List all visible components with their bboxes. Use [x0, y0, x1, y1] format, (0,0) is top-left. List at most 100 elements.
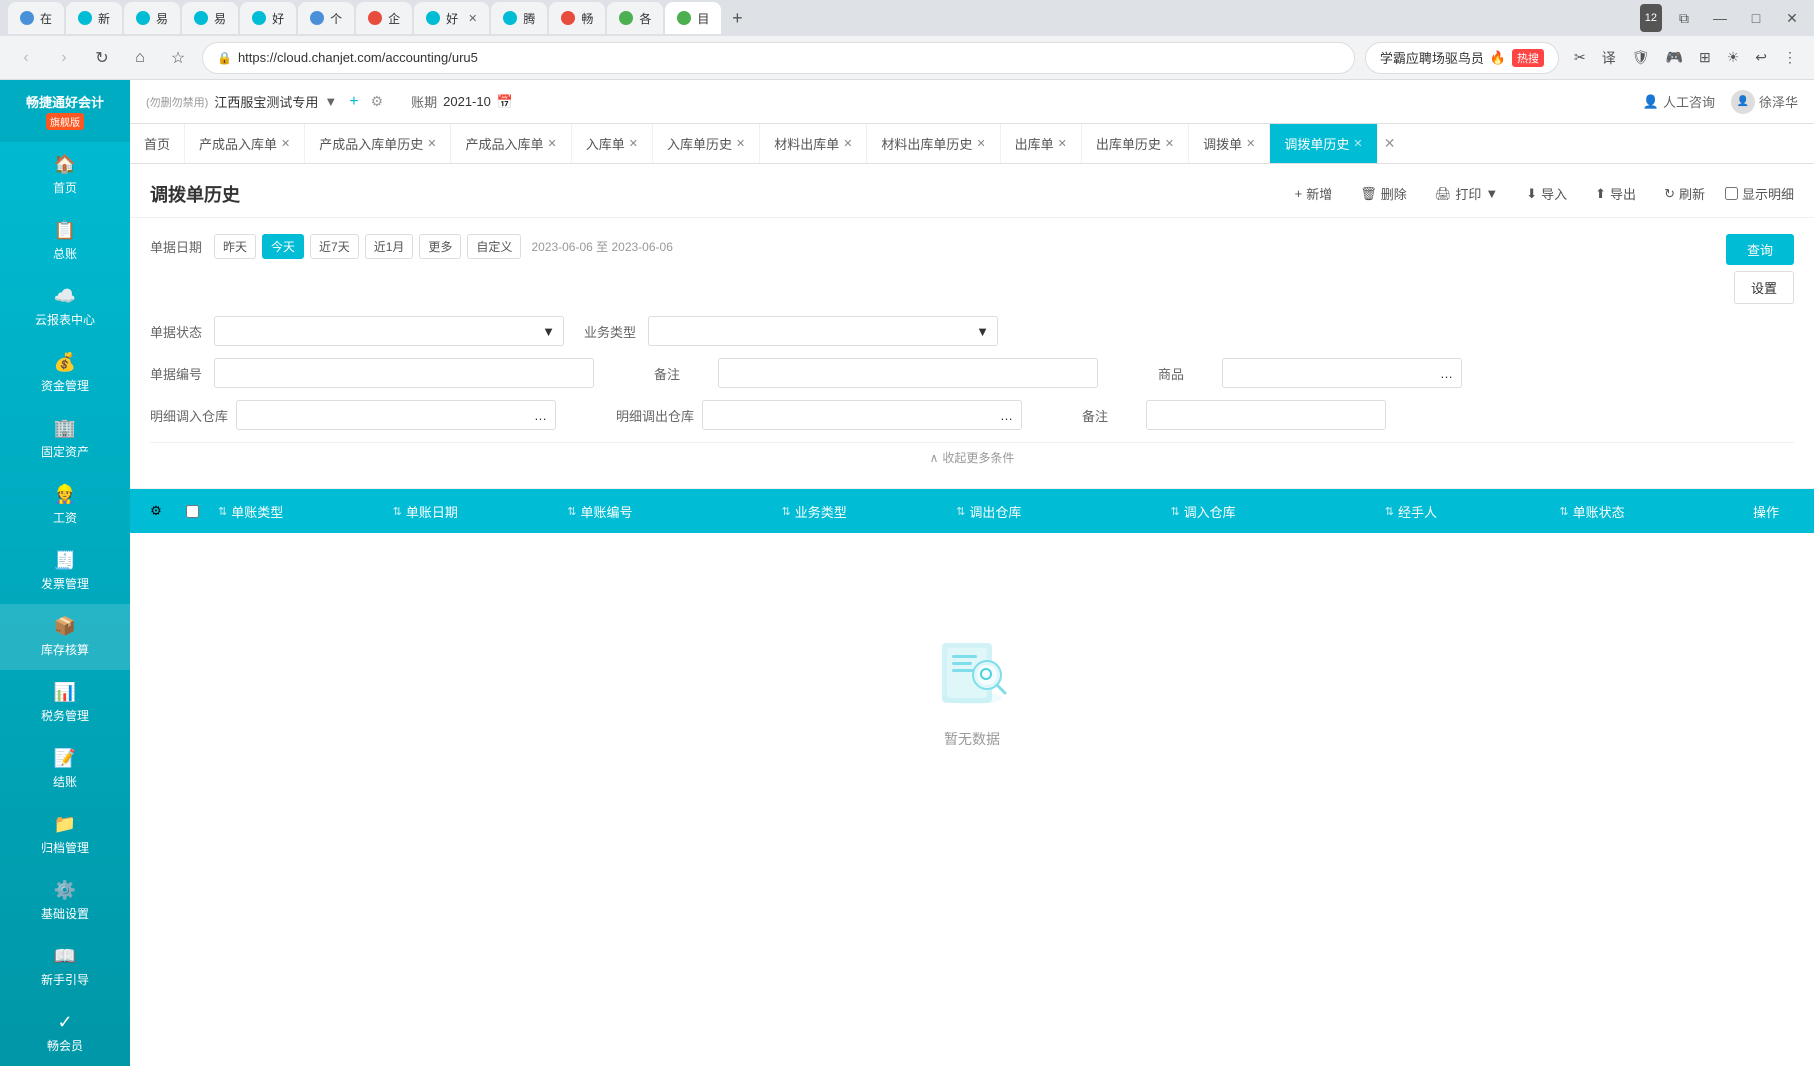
date-btn-more[interactable]: 更多	[419, 234, 461, 259]
date-btn-7days[interactable]: 近7天	[310, 234, 359, 259]
scissors-icon[interactable]: ✂	[1569, 46, 1591, 69]
nav-tab-inbound-history[interactable]: 入库单历史 ✕	[653, 124, 760, 164]
settings-gear-icon[interactable]: ⚙	[371, 93, 384, 110]
collapse-button[interactable]: ∧ 收起更多条件	[930, 449, 1015, 466]
nav-tab-transfer[interactable]: 调拨单 ✕	[1189, 124, 1270, 164]
col-header-biz[interactable]: ⇅ 业务类型	[774, 502, 949, 521]
nav-tab-outbound-history[interactable]: 出库单历史 ✕	[1082, 124, 1189, 164]
nav-tab-transfer-close[interactable]: ✕	[1246, 137, 1255, 150]
sidebar-item-cloud-report[interactable]: ☁️ 云报表中心	[0, 274, 130, 340]
nav-tab-product-in-history-close[interactable]: ✕	[427, 137, 436, 150]
col-header-handler[interactable]: ⇅ 经手人	[1377, 502, 1552, 521]
col-header-status[interactable]: ⇅ 单账状态	[1551, 502, 1726, 521]
set-button[interactable]: 设置	[1734, 271, 1794, 304]
browser-tab-5[interactable]: 好	[240, 2, 296, 34]
search-box[interactable]: 学霸应聘场驱鸟员 🔥 热搜	[1365, 42, 1559, 74]
sidebar-item-salary[interactable]: 👷 工资	[0, 472, 130, 538]
back-button[interactable]: ‹	[12, 44, 40, 72]
col-header-number[interactable]: ⇅ 单账编号	[559, 502, 773, 521]
nav-tab-inbound-close[interactable]: ✕	[629, 137, 638, 150]
nav-tab-outbound-close[interactable]: ✕	[1058, 137, 1067, 150]
display-toggle-checkbox[interactable]	[1725, 187, 1738, 200]
nav-tab-home[interactable]: 首页	[130, 124, 185, 164]
user-info[interactable]: 👤 徐泽华	[1731, 90, 1798, 114]
query-button[interactable]: 查询	[1726, 234, 1794, 265]
browser-tab-2[interactable]: 新	[66, 2, 122, 34]
detail-out-select[interactable]: …	[702, 400, 1022, 430]
table-settings-icon[interactable]: ⚙	[138, 503, 174, 519]
more-icon[interactable]: ⋮	[1778, 46, 1802, 69]
new-button[interactable]: + 新增	[1287, 180, 1341, 207]
browser-tab-12[interactable]: 目	[665, 2, 721, 34]
nav-tab-product-in[interactable]: 产成品入库单 ✕	[185, 124, 305, 164]
nav-tab-inbound-history-close[interactable]: ✕	[736, 137, 745, 150]
maximize-button[interactable]: □	[1742, 4, 1770, 32]
nav-tab-inbound[interactable]: 入库单 ✕	[572, 124, 653, 164]
sidebar-item-assets[interactable]: 🏢 固定资产	[0, 406, 130, 472]
restore-button[interactable]: ⧉	[1670, 4, 1698, 32]
forward-button[interactable]: ›	[50, 44, 78, 72]
nav-tab-product-in2-close[interactable]: ✕	[548, 137, 557, 150]
close-all-tabs-button[interactable]: ✕	[1378, 135, 1402, 152]
minimize-button[interactable]: —	[1706, 4, 1734, 32]
nav-tab-outbound-history-close[interactable]: ✕	[1165, 137, 1174, 150]
refresh-button[interactable]: ↻ 刷新	[1656, 180, 1713, 207]
bookmark-button[interactable]: ☆	[164, 44, 192, 72]
date-btn-today[interactable]: 今天	[262, 234, 304, 259]
import-button[interactable]: ⬇ 导入	[1518, 180, 1575, 207]
browser-tab-3[interactable]: 易	[124, 2, 180, 34]
col-header-in-warehouse[interactable]: ⇅ 调入仓库	[1162, 502, 1376, 521]
browser-tab-6[interactable]: 个	[298, 2, 354, 34]
new-tab-button[interactable]: +	[723, 4, 751, 32]
remark-input[interactable]	[718, 358, 1098, 388]
nav-tab-material-out-history[interactable]: 材料出库单历史 ✕	[867, 124, 1000, 164]
brightness-icon[interactable]: ☀	[1722, 46, 1745, 69]
delete-button[interactable]: 🗑 删除	[1352, 180, 1415, 207]
sidebar-logo[interactable]: 畅捷通好会计 旗舰版	[0, 80, 130, 142]
col-header-type[interactable]: ⇅ 单账类型	[210, 502, 385, 521]
col-header-out-warehouse[interactable]: ⇅ 调出仓库	[948, 502, 1162, 521]
status-select[interactable]: ▼	[214, 316, 564, 346]
close-window-button[interactable]: ✕	[1778, 4, 1806, 32]
grid-icon[interactable]: ⊞	[1694, 46, 1716, 69]
nav-tab-transfer-history-close[interactable]: ✕	[1353, 137, 1362, 150]
undo-icon[interactable]: ↩	[1750, 46, 1772, 69]
col-header-date[interactable]: ⇅ 单账日期	[385, 502, 560, 521]
biz-type-select[interactable]: ▼	[648, 316, 998, 346]
browser-tab-9[interactable]: 腾	[491, 2, 547, 34]
sidebar-item-settings[interactable]: ⚙️ 基础设置	[0, 868, 130, 934]
translate-icon[interactable]: 译	[1597, 45, 1621, 71]
nav-tab-product-in-history[interactable]: 产成品入库单历史 ✕	[305, 124, 451, 164]
browser-tab-4[interactable]: 易	[182, 2, 238, 34]
display-toggle[interactable]: 显示明细	[1725, 184, 1794, 203]
shield-icon[interactable]: 🛡	[1627, 46, 1655, 69]
browser-tab-1[interactable]: 在	[8, 2, 64, 34]
detail-in-select[interactable]: …	[236, 400, 556, 430]
browser-tab-7[interactable]: 企	[356, 2, 412, 34]
tab-close-8[interactable]: ✕	[468, 12, 477, 25]
nav-tab-material-out-history-close[interactable]: ✕	[976, 137, 985, 150]
goods-select[interactable]: …	[1222, 358, 1462, 388]
sidebar-item-ledger[interactable]: 📋 总账	[0, 208, 130, 274]
sidebar-item-invoice[interactable]: 🧾 发票管理	[0, 538, 130, 604]
customer-service-button[interactable]: 👤 人工咨询	[1643, 92, 1715, 111]
sidebar-item-member[interactable]: ✓ 畅会员	[0, 1000, 130, 1066]
nav-tab-product-in-close[interactable]: ✕	[281, 137, 290, 150]
select-all-checkbox[interactable]	[186, 505, 199, 518]
sidebar-item-home[interactable]: 🏠 首页	[0, 142, 130, 208]
reload-button[interactable]: ↻	[88, 44, 116, 72]
nav-tab-outbound[interactable]: 出库单 ✕	[1001, 124, 1082, 164]
browser-tab-8[interactable]: 好 ✕	[414, 2, 489, 34]
sidebar-item-inventory[interactable]: 📦 库存核算	[0, 604, 130, 670]
company-selector[interactable]: (勿删勿禁用) 江西服宝测试专用 ▼	[146, 92, 337, 111]
nav-tab-material-out[interactable]: 材料出库单 ✕	[760, 124, 867, 164]
table-select-all[interactable]	[174, 505, 210, 518]
nav-tab-product-in2[interactable]: 产成品入库单 ✕	[451, 124, 571, 164]
nav-tab-material-out-close[interactable]: ✕	[843, 137, 852, 150]
date-btn-1month[interactable]: 近1月	[365, 234, 414, 259]
address-input[interactable]: 🔒 https://cloud.chanjet.com/accounting/u…	[202, 42, 1355, 74]
print-button[interactable]: 🖨 打印 ▼	[1427, 180, 1506, 207]
sidebar-item-guide[interactable]: 📖 新手引导	[0, 934, 130, 1000]
date-btn-custom[interactable]: 自定义	[467, 234, 521, 259]
date-btn-yesterday[interactable]: 昨天	[214, 234, 256, 259]
